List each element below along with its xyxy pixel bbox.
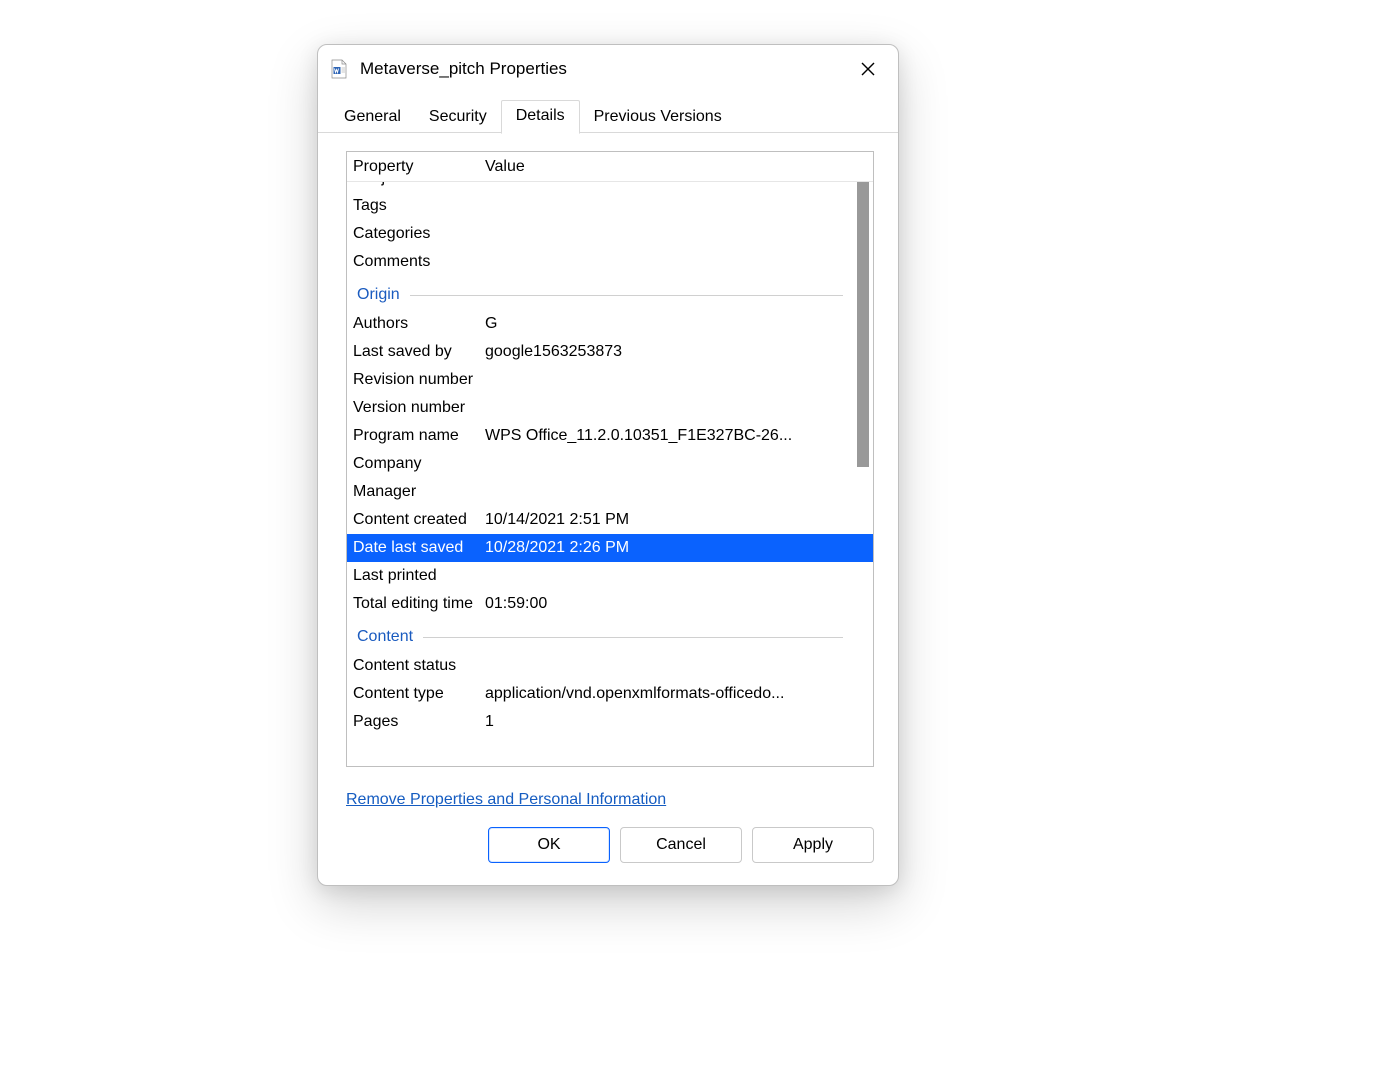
section-content: Content (347, 622, 873, 652)
apply-button[interactable]: Apply (752, 827, 874, 863)
close-button[interactable] (848, 49, 888, 89)
ok-button[interactable]: OK (488, 827, 610, 863)
row-pages[interactable]: Pages 1 (347, 708, 873, 736)
row-last-printed[interactable]: Last printed (347, 562, 873, 590)
row-value: application/vnd.openxmlformats-officedo.… (485, 685, 867, 703)
row-value: 1 (485, 713, 867, 731)
row-label: Pages (353, 713, 485, 731)
row-label: Date last saved (353, 539, 485, 557)
tabstrip: General Security Details Previous Versio… (318, 93, 898, 133)
row-value: WPS Office_11.2.0.10351_F1E327BC-26... (485, 427, 867, 445)
tab-general[interactable]: General (330, 100, 415, 134)
row-label: Total editing time (353, 595, 485, 613)
section-label: Content (357, 628, 413, 646)
row-label: Subject (353, 182, 485, 187)
row-label: Comments (353, 253, 485, 271)
remove-properties-link[interactable]: Remove Properties and Personal Informati… (346, 791, 666, 808)
dialog-buttons: OK Cancel Apply (318, 827, 898, 885)
properties-dialog: Metaverse_pitch Properties General Secur… (317, 44, 899, 886)
tab-details[interactable]: Details (501, 100, 580, 134)
row-label: Last saved by (353, 343, 485, 361)
row-total-editing-time[interactable]: Total editing time 01:59:00 (347, 590, 873, 618)
cancel-button[interactable]: Cancel (620, 827, 742, 863)
row-date-last-saved[interactable]: Date last saved 10/28/2021 2:26 PM (347, 534, 873, 562)
section-divider (423, 637, 843, 638)
row-value: 10/28/2021 2:26 PM (485, 539, 867, 557)
property-list: Property Value Subject Tags Categories (346, 151, 874, 767)
row-authors[interactable]: Authors G (347, 310, 873, 338)
row-label: Revision number (353, 371, 485, 389)
row-comments[interactable]: Comments (347, 248, 873, 276)
column-header-value[interactable]: Value (485, 158, 873, 176)
row-tags[interactable]: Tags (347, 192, 873, 220)
row-last-saved-by[interactable]: Last saved by google1563253873 (347, 338, 873, 366)
row-label: Version number (353, 399, 485, 417)
row-version-number[interactable]: Version number (347, 394, 873, 422)
column-header-property[interactable]: Property (353, 158, 485, 176)
close-icon (861, 62, 875, 76)
row-content-type[interactable]: Content type application/vnd.openxmlform… (347, 680, 873, 708)
row-company[interactable]: Company (347, 450, 873, 478)
row-label: Content status (353, 657, 485, 675)
row-label: Manager (353, 483, 485, 501)
row-manager[interactable]: Manager (347, 478, 873, 506)
row-subject[interactable]: Subject (347, 182, 873, 192)
row-label: Program name (353, 427, 485, 445)
row-label: Company (353, 455, 485, 473)
row-label: Authors (353, 315, 485, 333)
row-label: Content type (353, 685, 485, 703)
row-value: 10/14/2021 2:51 PM (485, 511, 867, 529)
word-doc-icon (330, 59, 348, 79)
section-origin: Origin (347, 280, 873, 310)
titlebar: Metaverse_pitch Properties (318, 45, 898, 93)
row-value: google1563253873 (485, 343, 867, 361)
tab-previous-versions[interactable]: Previous Versions (580, 100, 736, 134)
row-content-created[interactable]: Content created 10/14/2021 2:51 PM (347, 506, 873, 534)
vertical-scrollbar[interactable] (855, 182, 871, 764)
row-program-name[interactable]: Program name WPS Office_11.2.0.10351_F1E… (347, 422, 873, 450)
section-divider (410, 295, 843, 296)
row-label: Last printed (353, 567, 485, 585)
row-label: Tags (353, 197, 485, 215)
section-label: Origin (357, 286, 400, 304)
row-value: G (485, 315, 867, 333)
row-content-status[interactable]: Content status (347, 652, 873, 680)
row-label: Content created (353, 511, 485, 529)
tab-security[interactable]: Security (415, 100, 501, 134)
scrollbar-thumb[interactable] (857, 182, 869, 467)
row-label: Categories (353, 225, 485, 243)
row-value: 01:59:00 (485, 595, 867, 613)
property-list-header: Property Value (347, 152, 873, 182)
row-revision-number[interactable]: Revision number (347, 366, 873, 394)
window-title: Metaverse_pitch Properties (360, 59, 567, 79)
row-categories[interactable]: Categories (347, 220, 873, 248)
